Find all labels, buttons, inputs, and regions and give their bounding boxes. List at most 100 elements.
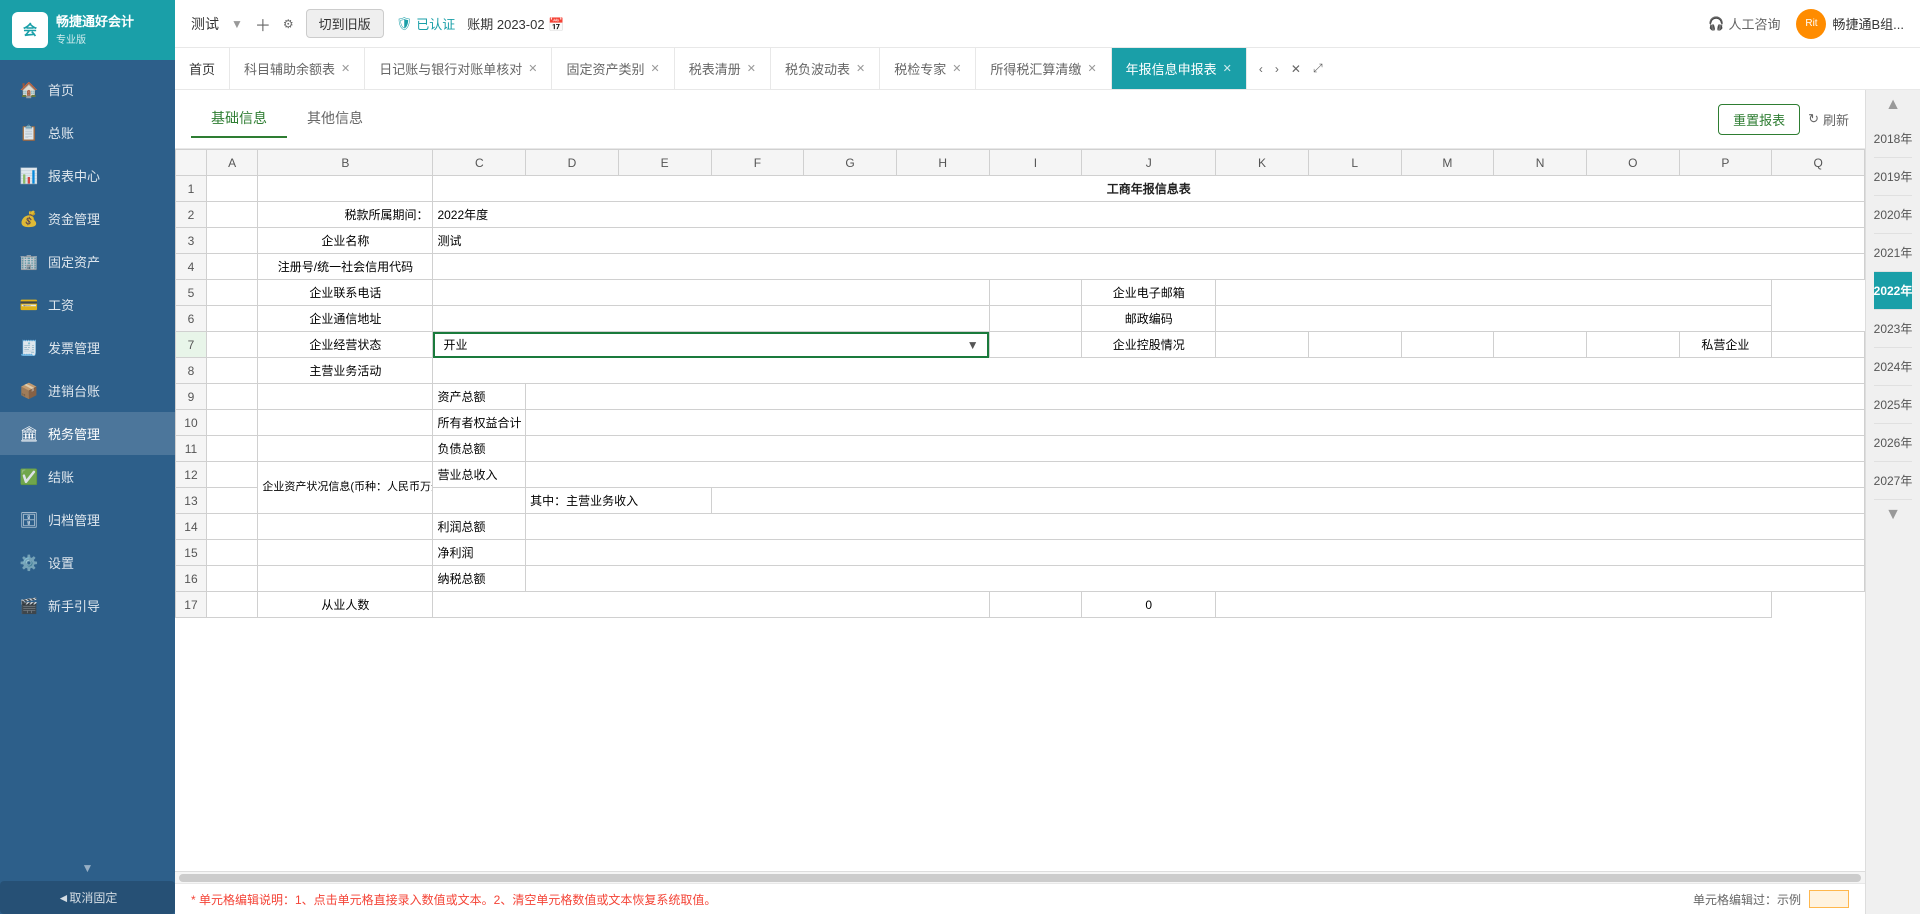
tabbar: 首页科目辅助余额表✕日记账与银行对账单核对✕固定资产类别✕税表清册✕税负波动表✕… [175, 48, 1920, 90]
switch-old-button[interactable]: 切到旧版 [306, 9, 384, 38]
table-row: 7 企业经营状态 开业 ▼ 企业控股情况 [176, 332, 1865, 358]
cancel-fixed-button[interactable]: ◄取消固定 [0, 881, 175, 914]
shield-icon: 🛡 [396, 16, 413, 32]
tab-close-icon[interactable]: ✕ [856, 62, 865, 75]
nav-icon: ✅ [20, 468, 38, 486]
sidebar-item-税务管理[interactable]: 🏛税务管理 [0, 412, 175, 455]
sidebar-item-结账[interactable]: ✅结账 [0, 455, 175, 498]
sidebar-item-发票管理[interactable]: 🧾发票管理 [0, 326, 175, 369]
tab-首页[interactable]: 首页 [175, 48, 230, 90]
spreadsheet-table: A B C D E F G H I J K L [175, 149, 1865, 618]
column-headers: A B C D E F G H I J K L [176, 150, 1865, 176]
nav-icon: 💰 [20, 210, 38, 228]
tab-close-icon[interactable]: ✕ [1087, 62, 1096, 75]
tab-固定资产类别[interactable]: 固定资产类别✕ [552, 48, 674, 90]
table-row: 8 主营业务活动 [176, 358, 1865, 384]
example-cell [1809, 890, 1849, 908]
year-item-2022年[interactable]: 2022年 [1874, 272, 1913, 310]
close-all-tabs-button[interactable]: ✕ [1287, 58, 1305, 80]
tab-close-icon[interactable]: ✕ [952, 62, 961, 75]
edit-info-text: * 单元格编辑说明：1、点击单元格直接录入数值或文本。2、清空单元格数值或文本恢… [191, 891, 716, 908]
period-label: 账期 2023-02 📅 [467, 14, 564, 33]
nav-icon: 🏠 [20, 81, 38, 99]
nav-icon: ⚙️ [20, 554, 38, 572]
business-status-cell[interactable]: 开业 ▼ [433, 332, 989, 358]
table-row: 5 企业联系电话 企业电子邮箱 [176, 280, 1865, 306]
sheet-tab-其他信息[interactable]: 其他信息 [287, 100, 383, 138]
table-row: 17 从业人数 0 [176, 592, 1865, 618]
nav-icon: 💳 [20, 296, 38, 314]
sidebar-item-工资[interactable]: 💳工资 [0, 283, 175, 326]
year-panel-up-icon[interactable]: ▲ [1879, 90, 1907, 120]
sidebar-item-归档管理[interactable]: 🗄归档管理 [0, 498, 175, 541]
year-panel: ▲ 2018年2019年2020年2021年2022年2023年2024年202… [1865, 90, 1920, 914]
expand-tabs-icon[interactable]: ⤢ [1309, 57, 1327, 80]
tab-所得税汇算清缴[interactable]: 所得税汇算清缴✕ [976, 48, 1111, 90]
sidebar-item-报表中心[interactable]: 📊报表中心 [0, 154, 175, 197]
table-title-cell[interactable]: 工商年报信息表 [433, 176, 1865, 202]
nav-icon: 📊 [20, 167, 38, 185]
year-item-2025年[interactable]: 2025年 [1874, 386, 1913, 424]
sidebar-item-进销台账[interactable]: 📦进销台账 [0, 369, 175, 412]
logo-sub: 专业版 [56, 31, 134, 46]
sidebar-item-设置[interactable]: ⚙️设置 [0, 541, 175, 584]
tabbar-nav: ‹ › ✕ ⤢ [1247, 57, 1335, 80]
nav-icon: 🗄 [20, 511, 38, 529]
dropdown-arrow-icon[interactable]: ▼ [967, 338, 979, 352]
reset-report-button[interactable]: 重置报表 [1718, 104, 1800, 135]
sidebar-item-总账[interactable]: 📋总账 [0, 111, 175, 154]
tab-税检专家[interactable]: 税检专家✕ [880, 48, 976, 90]
year-item-2026年[interactable]: 2026年 [1874, 424, 1913, 462]
logo-icon: 会 [12, 12, 48, 48]
dropdown-arrow-icon[interactable]: ▼ [231, 17, 243, 31]
sheet-tab-基础信息[interactable]: 基础信息 [191, 100, 287, 138]
year-item-2018年[interactable]: 2018年 [1874, 120, 1913, 158]
table-row: 12 企业资产状况信息(币种：人民币万元) 营业总收入 [176, 462, 1865, 488]
nav-icon: 📋 [20, 124, 38, 142]
main-area: 测试 ▼ ＋ ⚙ 切到旧版 🛡 已认证 账期 2023-02 📅 🎧 人工咨询 … [175, 0, 1920, 914]
tab-税表清册[interactable]: 税表清册✕ [675, 48, 771, 90]
add-tab-button[interactable]: ＋ [255, 12, 271, 36]
sidebar-item-资金管理[interactable]: 💰资金管理 [0, 197, 175, 240]
table-row: 3 企业名称 测试 [176, 228, 1865, 254]
year-item-2021年[interactable]: 2021年 [1874, 234, 1913, 272]
tab-税负波动表[interactable]: 税负波动表✕ [771, 48, 880, 90]
grid-container: A B C D E F G H I J K L [175, 149, 1865, 883]
nav-icon: 📦 [20, 382, 38, 400]
year-item-2019年[interactable]: 2019年 [1874, 158, 1913, 196]
user-menu[interactable]: Rit 畅捷通B组... [1796, 9, 1904, 39]
grid-scroll[interactable]: A B C D E F G H I J K L [175, 149, 1865, 871]
nav-icon: 🏛 [20, 425, 38, 443]
sidebar-item-新手引导[interactable]: 🎬新手引导 [0, 584, 175, 627]
year-item-2024年[interactable]: 2024年 [1874, 348, 1913, 386]
year-item-2020年[interactable]: 2020年 [1874, 196, 1913, 234]
tab-close-icon[interactable]: ✕ [747, 62, 756, 75]
tab-年报信息申报表[interactable]: 年报信息申报表✕ [1112, 48, 1247, 90]
year-item-2023年[interactable]: 2023年 [1874, 310, 1913, 348]
sidebar-scroll-down[interactable]: ▼ [0, 855, 175, 881]
topbar: 测试 ▼ ＋ ⚙ 切到旧版 🛡 已认证 账期 2023-02 📅 🎧 人工咨询 … [175, 0, 1920, 48]
certified-badge: 🛡 已认证 [396, 14, 456, 33]
tab-日记账与银行对账单核对[interactable]: 日记账与银行对账单核对✕ [365, 48, 552, 90]
sidebar-item-首页[interactable]: 🏠首页 [0, 68, 175, 111]
tab-close-icon[interactable]: ✕ [528, 62, 537, 75]
tab-close-icon[interactable]: ✕ [341, 62, 350, 75]
settings-icon[interactable]: ⚙ [283, 17, 294, 31]
refresh-button[interactable]: ↻ 刷新 [1808, 110, 1849, 129]
tab-prev-button[interactable]: ‹ [1255, 58, 1267, 80]
refresh-icon: ↻ [1808, 111, 1819, 127]
tab-科目辅助余额表[interactable]: 科目辅助余额表✕ [230, 48, 365, 90]
year-panel-down-icon[interactable]: ▼ [1879, 500, 1907, 530]
table-row: 9 资产总额 [176, 384, 1865, 410]
horizontal-scrollbar[interactable] [175, 871, 1865, 883]
tab-close-icon[interactable]: ✕ [651, 62, 660, 75]
consult-button[interactable]: 🎧 人工咨询 [1708, 14, 1780, 33]
table-row: 16 纳税总额 [176, 566, 1865, 592]
year-item-2027年[interactable]: 2027年 [1874, 462, 1913, 500]
tab-close-icon[interactable]: ✕ [1223, 62, 1232, 75]
tab-next-button[interactable]: › [1271, 58, 1283, 80]
sheet-tabs: 基础信息其他信息 [191, 100, 383, 138]
nav-icon: 🏢 [20, 253, 38, 271]
sidebar: 会 畅捷通好会计 专业版 🏠首页📋总账📊报表中心💰资金管理🏢固定资产💳工资🧾发票… [0, 0, 175, 914]
sidebar-item-固定资产[interactable]: 🏢固定资产 [0, 240, 175, 283]
